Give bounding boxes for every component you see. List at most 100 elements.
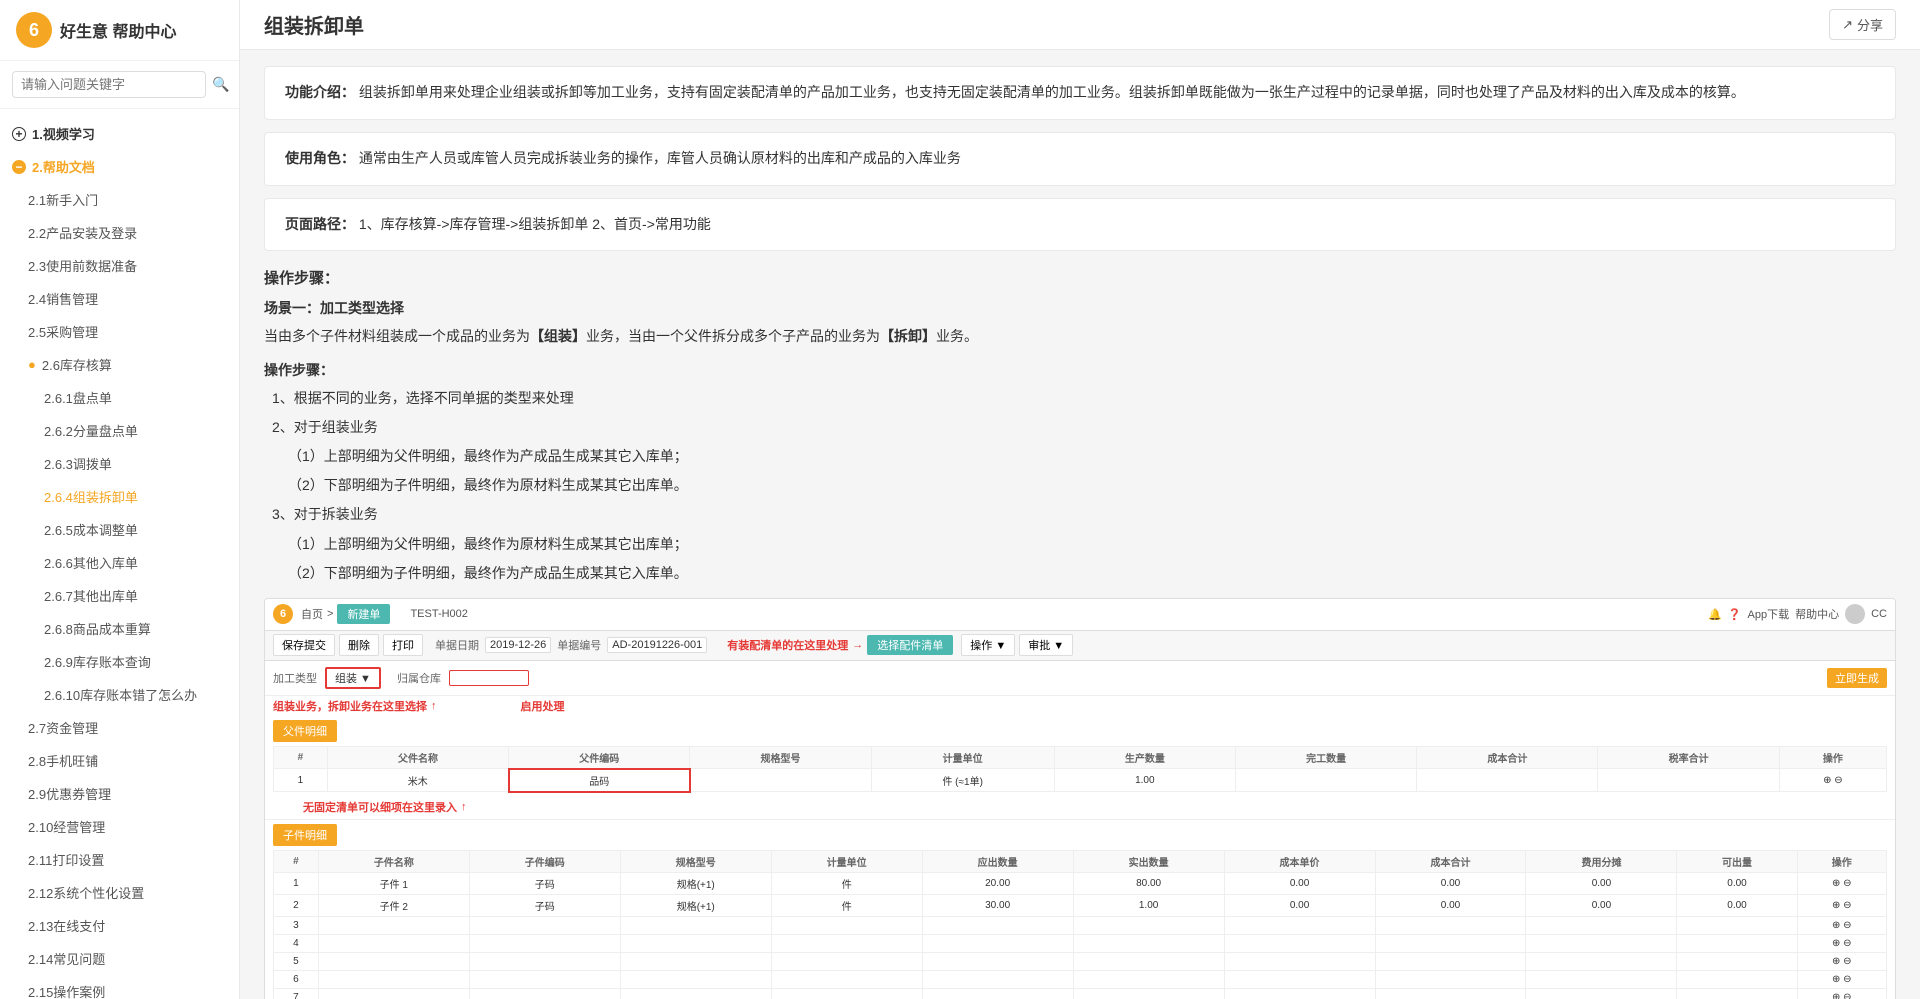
sidebar-item-2-15[interactable]: 2.15操作案例 (0, 975, 239, 999)
ss-nav-home: 自页 (301, 606, 323, 622)
ss-topbar: 6 自页 > 新建单 TEST-H002 🔔 ❓ App下载 帮助中心 CC (265, 599, 1895, 631)
sidebar-item-2-13[interactable]: 2.13在线支付 (0, 909, 239, 942)
ss-logo: 6 (273, 604, 293, 624)
ss-btn-action[interactable]: 操作 ▼ (961, 634, 1015, 656)
table-row: 5⊕ ⊖ (274, 952, 1887, 970)
share-button[interactable]: ↗ 分享 (1829, 9, 1896, 40)
ss-avatar (1845, 604, 1865, 624)
search-input[interactable] (12, 71, 206, 98)
sidebar-item-2-9[interactable]: 2.9优惠券管理 (0, 777, 239, 810)
table-row: 7⊕ ⊖ (274, 988, 1887, 999)
role-label: 使用角色： (285, 150, 355, 166)
ss-annotation2-text: 组装业务，拆卸业务在这里选择 (273, 698, 427, 714)
sidebar-item-2-3[interactable]: 2.3使用前数据准备 (0, 249, 239, 282)
ss-cth-7: 实出数量 (1073, 850, 1224, 872)
ss-th-8: 成本合计 (1417, 746, 1598, 769)
ss-id: TEST-H002 (410, 608, 467, 620)
sidebar-item-2-5[interactable]: 2.5采购管理 (0, 315, 239, 348)
ss-location-input[interactable] (449, 670, 529, 686)
scene1-steps-title: 操作步骤： (264, 360, 1896, 380)
sidebar-item-2-6-6[interactable]: 2.6.6其他入库单 (0, 546, 239, 579)
sidebar-item-2-4[interactable]: 2.4销售管理 (0, 282, 239, 315)
sidebar-item-2-1[interactable]: 2.1新手入门 (0, 183, 239, 216)
sidebar-item-2-6-4[interactable]: 2.6.4组装拆卸单 (0, 480, 239, 513)
screenshot-wrapper: 6 自页 > 新建单 TEST-H002 🔔 ❓ App下载 帮助中心 CC (264, 598, 1896, 999)
screenshot-inner: 6 自页 > 新建单 TEST-H002 🔔 ❓ App下载 帮助中心 CC (265, 599, 1895, 999)
ss-btn-delete[interactable]: 删除 (339, 634, 379, 656)
sidebar-item-2-6-7[interactable]: 2.6.7其他出库单 (0, 579, 239, 612)
ss-type-value[interactable]: 组装 ▼ (325, 667, 381, 689)
ss-parent-table-wrap: # 父件名称 父件编码 规格型号 计量单位 生产数量 完工数量 成本合计 税率合… (265, 746, 1895, 797)
sidebar-item-2-6-3[interactable]: 2.6.3调拨单 (0, 447, 239, 480)
role-block: 使用角色： 通常由生产人员或库管人员完成拆装业务的操作，库管人员确认原材料的出库… (264, 132, 1896, 186)
sidebar-header: 6 好生意 帮助中心 (0, 0, 239, 61)
sidebar-item-2-10[interactable]: 2.10经营管理 (0, 810, 239, 843)
ss-th-3: 父件编码 (509, 746, 690, 769)
ss-th-6: 生产数量 (1054, 746, 1235, 769)
ss-annotation1-text: 有装配清单的在这里处理 (727, 637, 848, 653)
ss-th-7: 完工数量 (1235, 746, 1416, 769)
sidebar-item-2-6-2[interactable]: 2.6.2分量盘点单 (0, 414, 239, 447)
ss-parent-header: 父件明细 (265, 716, 1895, 746)
plus-icon: + (12, 127, 26, 141)
share-icon: ↗ (1842, 17, 1853, 33)
ss-btn-print[interactable]: 打印 (383, 634, 423, 656)
sidebar-item-2-2[interactable]: 2.2产品安装及登录 (0, 216, 239, 249)
path-block: 页面路径： 1、库存核算->库存管理->组装拆卸单 2、首页->常用功能 (264, 198, 1896, 252)
ss-annotation1-arrow: → (852, 639, 863, 651)
ss-annotation2-row: 组装业务，拆卸业务在这里选择 ↑ 启用处理 (265, 696, 1895, 716)
ss-th-1: # (274, 746, 328, 769)
intro-text: 组装拆卸单用来处理企业组装或拆卸等加工业务，支持有固定装配清单的产品加工业务，也… (359, 84, 1745, 100)
sidebar-item-2-14[interactable]: 2.14常见问题 (0, 942, 239, 975)
ss-date-value: 2019-12-26 (485, 637, 551, 653)
table-row: 4⊕ ⊖ (274, 934, 1887, 952)
step-2-2: （2）下部明细为子件明细，最终作为原材料生成某其它出库单。 (264, 473, 1896, 498)
ss-cth-10: 费用分摊 (1526, 850, 1677, 872)
ss-icon-help: ❓ (1728, 608, 1742, 621)
role-text: 通常由生产人员或库管人员完成拆装业务的操作，库管人员确认原材料的出库和产成品的入… (359, 150, 961, 166)
sidebar-item-2-6[interactable]: ● 2.6库存核算 (0, 348, 239, 381)
minus-icon: − (12, 160, 26, 174)
ss-toolbar: 保存提交 删除 打印 单据日期 2019-12-26 单据编号 AD-20191… (265, 631, 1895, 661)
step-3: 3、对于拆装业务 (264, 502, 1896, 527)
sidebar-item-2-7[interactable]: 2.7资金管理 (0, 711, 239, 744)
search-icon[interactable]: 🔍 (212, 76, 229, 93)
ss-annotation4-text: 无固定清单可以细项在这里录入 (303, 799, 457, 815)
ss-text-helpcenter: 帮助中心 (1795, 606, 1839, 622)
ss-btn-save[interactable]: 保存提交 (273, 634, 335, 656)
ss-btn-generate[interactable]: 立即生成 (1827, 668, 1887, 688)
logo-title: 好生意 帮助中心 (60, 18, 176, 42)
logo-icon: 6 (16, 12, 52, 48)
step-2-1: （1）上部明细为父件明细，最终作为产成品生成某其它入库单； (264, 444, 1896, 469)
sidebar-item-2-6-8[interactable]: 2.6.8商品成本重算 (0, 612, 239, 645)
step-1: 1、根据不同的业务，选择不同单据的类型来处理 (264, 386, 1896, 411)
ss-btn-configure[interactable]: 选择配件清单 (867, 635, 953, 655)
sidebar-item-2-11[interactable]: 2.11打印设置 (0, 843, 239, 876)
ss-btn-audit[interactable]: 审批 ▼ (1019, 634, 1073, 656)
sidebar-item-2-6-9[interactable]: 2.6.9库存账本查询 (0, 645, 239, 678)
ss-parent-table: # 父件名称 父件编码 规格型号 计量单位 生产数量 完工数量 成本合计 税率合… (273, 746, 1887, 793)
ss-nav-new: 新建单 (337, 604, 390, 624)
sidebar-item-2-8[interactable]: 2.8手机旺铺 (0, 744, 239, 777)
ss-breadcrumb: 自页 > 新建单 (301, 604, 390, 624)
ss-parent-label: 父件明细 (273, 720, 337, 742)
table-row: 6⊕ ⊖ (274, 970, 1887, 988)
ss-location-label: 归属仓库 (397, 670, 441, 686)
main-panel: 组装拆卸单 ↗ 分享 功能介绍： 组装拆卸单用来处理企业组装或拆卸等加工业务，支… (240, 0, 1920, 999)
sidebar: 6 好生意 帮助中心 🔍 + 1.视频学习 − 2.帮助文档 2.1新手入门 2… (0, 0, 240, 999)
sidebar-item-2-6-10[interactable]: 2.6.10库存账本错了怎么办 (0, 678, 239, 711)
ss-child-table-wrap: # 子件名称 子件编码 规格型号 计量单位 应出数量 实出数量 成本单价 成本合… (265, 850, 1895, 999)
ss-cth-4: 规格型号 (620, 850, 771, 872)
topbar: 组装拆卸单 ↗ 分享 (240, 0, 1920, 50)
table-row: 3⊕ ⊖ (274, 916, 1887, 934)
sidebar-item-help[interactable]: − 2.帮助文档 (0, 150, 239, 183)
sidebar-item-2-12[interactable]: 2.12系统个性化设置 (0, 876, 239, 909)
ss-child-label: 子件明细 (273, 824, 337, 846)
sidebar-item-2-6-5[interactable]: 2.6.5成本调整单 (0, 513, 239, 546)
sidebar-item-video[interactable]: + 1.视频学习 (0, 117, 239, 150)
scene1-title: 场景一：加工类型选择 (264, 298, 1896, 318)
ss-annotation1-area: 有装配清单的在这里处理 → 选择配件清单 (727, 635, 953, 655)
step-2: 2、对于组装业务 (264, 415, 1896, 440)
ss-cth-3: 子件编码 (469, 850, 620, 872)
sidebar-item-2-6-1[interactable]: 2.6.1盘点单 (0, 381, 239, 414)
